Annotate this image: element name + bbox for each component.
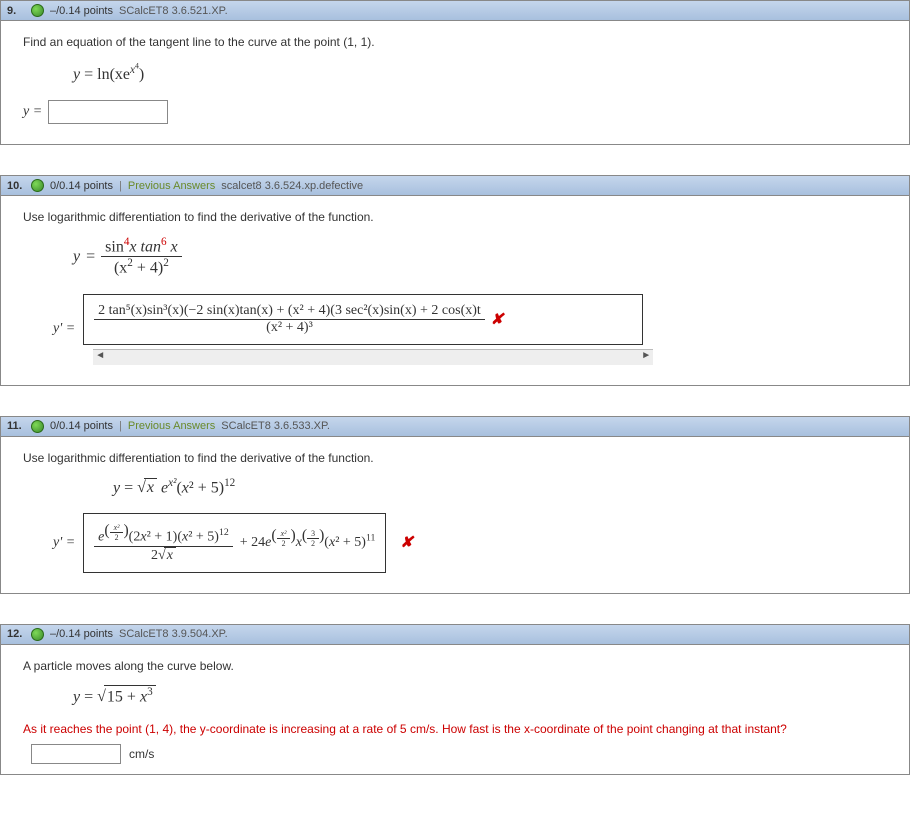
- q11-y-label: y' =: [53, 535, 75, 551]
- q10-prompt: Use logarithmic differentiation to find …: [23, 210, 887, 224]
- question-10: 10. 0/0.14 points | Previous Answers sca…: [0, 175, 910, 386]
- status-dot-icon[interactable]: [31, 179, 44, 192]
- incorrect-icon: ✘: [400, 533, 413, 552]
- q9-prompt: Find an equation of the tangent line to …: [23, 35, 887, 49]
- incorrect-icon: ✘: [491, 310, 504, 329]
- q9-points: –/0.14 points: [50, 5, 113, 17]
- q10-answer-row: y' = 2 tan⁵(x)sin³(x)(−2 sin(x)tan(x) + …: [53, 294, 887, 365]
- q9-number: 9.: [7, 5, 25, 17]
- q10-number: 10.: [7, 180, 25, 192]
- q11-source: SCalcET8 3.6.533.XP.: [221, 420, 330, 432]
- scroll-right-icon[interactable]: ►: [639, 350, 653, 364]
- q12-source: SCalcET8 3.9.504.XP.: [119, 628, 228, 640]
- q12-unit: cm/s: [129, 747, 154, 761]
- question-11-header: 11. 0/0.14 points | Previous Answers SCa…: [1, 417, 909, 437]
- separator: |: [119, 420, 122, 432]
- q10-points: 0/0.14 points: [50, 180, 113, 192]
- q11-answer-box[interactable]: e(x²2)(2x² + 1)(x² + 5)12 2x + 24e(x²2)x…: [83, 513, 386, 573]
- q11-prompt: Use logarithmic differentiation to find …: [23, 451, 887, 465]
- status-dot-icon[interactable]: [31, 420, 44, 433]
- q11-points: 0/0.14 points: [50, 420, 113, 432]
- q9-source: SCalcET8 3.6.521.XP.: [119, 5, 228, 17]
- q11-equation: y = x ex²(x² + 5)12: [113, 477, 887, 497]
- q11-number: 11.: [7, 420, 25, 432]
- q12-subprompt: As it reaches the point (1, 4), the y-co…: [23, 722, 887, 736]
- answer-scrollbar[interactable]: ◄ ►: [93, 349, 653, 365]
- q10-answer-num: 2 tan⁵(x)sin³(x)(−2 sin(x)tan(x) + (x² +…: [94, 303, 485, 320]
- q9-answer-input[interactable]: [48, 100, 168, 124]
- question-10-header: 10. 0/0.14 points | Previous Answers sca…: [1, 176, 909, 196]
- q10-answer-den: (x² + 4)³: [94, 320, 485, 336]
- q9-equation: y = ln(xex4): [73, 61, 887, 84]
- q10-source: scalcet8 3.6.524.xp.defective: [221, 180, 363, 192]
- q12-points: –/0.14 points: [50, 628, 113, 640]
- q9-body: Find an equation of the tangent line to …: [1, 21, 909, 144]
- q12-equation: y = 15 + x3: [73, 685, 887, 706]
- q10-y-label: y' =: [53, 321, 75, 337]
- question-9-header: 9. –/0.14 points SCalcET8 3.6.521.XP.: [1, 1, 909, 21]
- q10-body: Use logarithmic differentiation to find …: [1, 196, 909, 385]
- question-9: 9. –/0.14 points SCalcET8 3.6.521.XP. Fi…: [0, 0, 910, 145]
- previous-answers-link[interactable]: Previous Answers: [128, 420, 215, 432]
- previous-answers-link[interactable]: Previous Answers: [128, 180, 215, 192]
- q12-answer-input[interactable]: [31, 744, 121, 764]
- q12-body: A particle moves along the curve below. …: [1, 645, 909, 774]
- question-12: 12. –/0.14 points SCalcET8 3.9.504.XP. A…: [0, 624, 910, 775]
- q10-equation: y = sin4x tan6 x (x2 + 4)2: [73, 236, 887, 278]
- scroll-left-icon[interactable]: ◄: [93, 350, 107, 364]
- q9-y-label: y =: [23, 104, 42, 120]
- q10-answer-box[interactable]: 2 tan⁵(x)sin³(x)(−2 sin(x)tan(x) + (x² +…: [83, 294, 643, 345]
- question-11: 11. 0/0.14 points | Previous Answers SCa…: [0, 416, 910, 594]
- status-dot-icon[interactable]: [31, 4, 44, 17]
- q12-answer-row: cm/s: [31, 744, 887, 764]
- q12-number: 12.: [7, 628, 25, 640]
- q12-prompt: A particle moves along the curve below.: [23, 659, 887, 673]
- q11-answer-row: y' = e(x²2)(2x² + 1)(x² + 5)12 2x + 24e(…: [53, 513, 887, 573]
- separator: |: [119, 180, 122, 192]
- question-12-header: 12. –/0.14 points SCalcET8 3.9.504.XP.: [1, 625, 909, 645]
- q11-body: Use logarithmic differentiation to find …: [1, 437, 909, 593]
- status-dot-icon[interactable]: [31, 628, 44, 641]
- q9-answer-row: y =: [23, 100, 887, 124]
